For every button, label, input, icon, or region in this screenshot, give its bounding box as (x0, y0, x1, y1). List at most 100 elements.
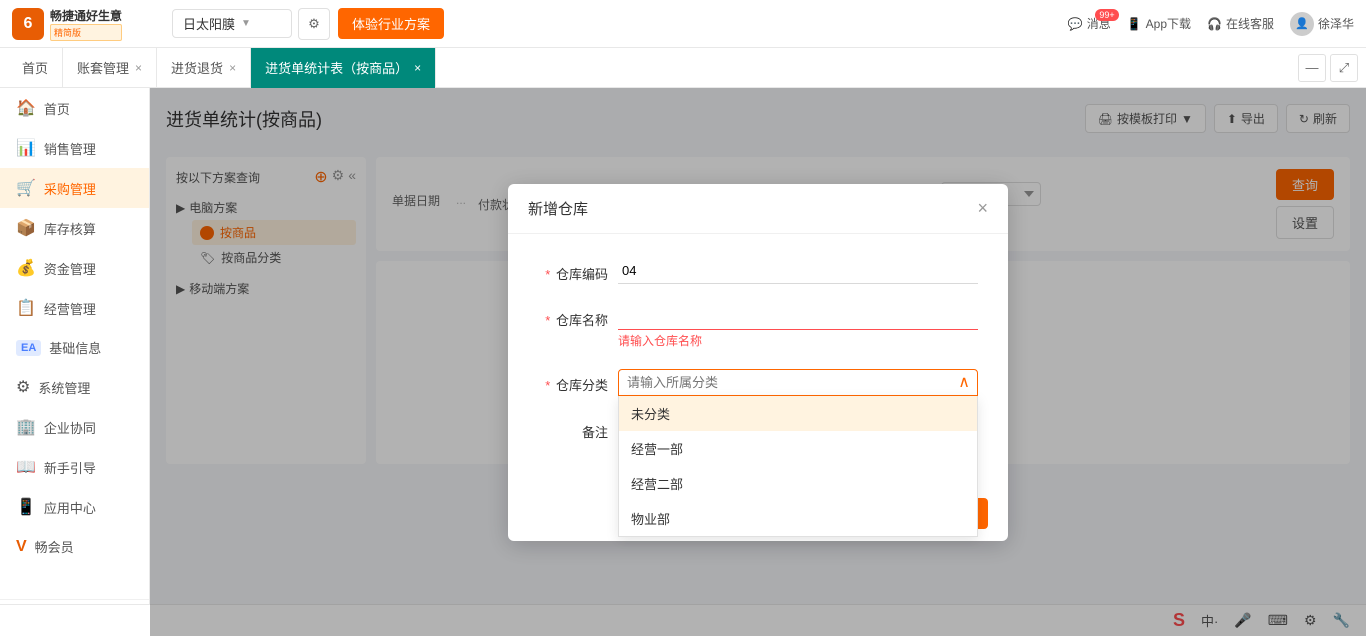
logo-badge: 精简版 (50, 24, 122, 41)
app-download-item[interactable]: 📱 App下载 (1127, 15, 1191, 32)
system-icon: ⚙ (16, 377, 30, 397)
category-dropdown-wrap: ∧ 未分类 经营一部 经营二部 物业部 (618, 369, 978, 396)
sidebar-label-finance: 资金管理 (44, 259, 96, 278)
category-form-row: * 仓库分类 ∧ 未分类 经营一部 经营二部 物业部 (538, 369, 978, 396)
message-badge: 99+ (1095, 9, 1118, 21)
tab-expand-btn[interactable]: ⤢ (1330, 54, 1358, 82)
sidebar-label-purchase: 采购管理 (44, 179, 96, 198)
sidebar-label-home: 首页 (44, 99, 70, 118)
purchase-stats-tab-label: 进货单统计表（按商品） (265, 58, 408, 77)
sidebar-item-system[interactable]: ⚙ 系统管理 (0, 367, 149, 407)
headset-icon: 🎧 (1207, 17, 1222, 31)
inventory-icon: 📦 (16, 218, 36, 238)
online-service-item[interactable]: 🎧 在线客服 (1207, 15, 1274, 32)
store-selector[interactable]: 日太阳膜 ▼ (172, 9, 292, 38)
add-warehouse-modal: 新增仓库 × * 仓库编码 (508, 184, 1008, 541)
sidebar-label-sales: 销售管理 (44, 139, 96, 158)
logo-text-block: 畅捷通好生意 精简版 (50, 7, 122, 41)
sidebar-label-enterprise: 企业协同 (44, 418, 96, 437)
category-dropdown-list: 未分类 经营一部 经营二部 物业部 (618, 396, 978, 537)
sidebar-label-manage: 经营管理 (44, 299, 96, 318)
sidebar-item-info[interactable]: EA 基础信息 (0, 328, 149, 367)
category-input[interactable] (618, 369, 978, 396)
store-name: 日太阳膜 (183, 14, 235, 33)
tab-home[interactable]: 首页 (8, 48, 63, 88)
sidebar-item-enterprise[interactable]: 🏢 企业协同 (0, 407, 149, 447)
category-label: * 仓库分类 (538, 369, 608, 394)
dropdown-option-0[interactable]: 未分类 (619, 396, 977, 431)
code-label: * 仓库编码 (538, 258, 608, 283)
sidebar-item-finance[interactable]: 💰 资金管理 (0, 248, 149, 288)
modal-overlay[interactable]: 新增仓库 × * 仓库编码 (150, 88, 1366, 636)
dropdown-arrow-icon: ∧ (958, 372, 970, 392)
modal-title: 新增仓库 (528, 198, 588, 219)
home-icon: 🏠 (16, 98, 36, 118)
purchase-icon: 🛒 (16, 178, 36, 198)
sidebar-label-app: 应用中心 (44, 498, 96, 517)
sidebar-item-home[interactable]: 🏠 首页 (0, 88, 149, 128)
tab-accounts[interactable]: 账套管理 × (63, 48, 157, 88)
name-error-msg: 请输入仓库名称 (618, 332, 978, 349)
store-dropdown-icon: ▼ (241, 18, 251, 29)
enterprise-icon: 🏢 (16, 417, 36, 437)
logo-icon: 6 (12, 8, 44, 40)
tab-bar: 首页 账套管理 × 进货退货 × 进货单统计表（按商品） × — ⤢ (0, 48, 1366, 88)
sidebar-label-system: 系统管理 (38, 378, 90, 397)
sidebar-item-member[interactable]: V 畅会员 (0, 527, 149, 566)
user-item[interactable]: 👤 徐泽华 (1290, 12, 1354, 36)
code-input[interactable] (618, 258, 978, 284)
sidebar-item-manage[interactable]: 📋 经营管理 (0, 288, 149, 328)
mobile-icon: 📱 (1127, 17, 1142, 31)
manage-icon: 📋 (16, 298, 36, 318)
name-input-wrap: 请输入仓库名称 (618, 304, 978, 349)
modal-close-icon[interactable]: × (977, 198, 988, 219)
modal-header: 新增仓库 × (508, 184, 1008, 234)
member-icon: V (16, 538, 27, 556)
name-input[interactable] (618, 304, 978, 330)
message-icon: 💬 (1068, 17, 1083, 31)
purchase-stats-tab-close[interactable]: × (414, 61, 421, 75)
home-tab-label: 首页 (22, 58, 48, 77)
returns-tab-close[interactable]: × (229, 61, 236, 75)
sidebar-item-guide[interactable]: 📖 新手引导 (0, 447, 149, 487)
sidebar-item-sales[interactable]: 📊 销售管理 (0, 128, 149, 168)
info-icon: EA (16, 340, 41, 356)
accounts-tab-close[interactable]: × (135, 61, 142, 75)
username-label: 徐泽华 (1318, 15, 1354, 32)
code-form-row: * 仓库编码 (538, 258, 978, 284)
sidebar-item-app[interactable]: 📱 应用中心 (0, 487, 149, 527)
dropdown-option-3[interactable]: 物业部 (619, 501, 977, 536)
accounts-tab-label: 账套管理 (77, 58, 129, 77)
avatar: 👤 (1290, 12, 1314, 36)
dropdown-option-2[interactable]: 经营二部 (619, 466, 977, 501)
logo-title: 畅捷通好生意 (50, 7, 122, 24)
message-item[interactable]: 💬 99+ 消息 (1068, 15, 1111, 32)
top-header: 6 畅捷通好生意 精简版 日太阳膜 ▼ ⚙ 体验行业方案 💬 99+ 消息 📱 … (0, 0, 1366, 48)
modal-body: * 仓库编码 * 仓库名称 (508, 234, 1008, 486)
sidebar-label-inventory: 库存核算 (44, 219, 96, 238)
content-area: 进货单统计(按商品) 🖨 按模板打印 ▼ ⬆ 导出 ↻ 刷新 (150, 88, 1366, 636)
sidebar-item-inventory[interactable]: 📦 库存核算 (0, 208, 149, 248)
sidebar-label-info: 基础信息 (49, 338, 101, 357)
main-layout: 🏠 首页 📊 销售管理 🛒 采购管理 📦 库存核算 💰 资金管理 📋 经营管理 … (0, 88, 1366, 636)
sidebar: 🏠 首页 📊 销售管理 🛒 采购管理 📦 库存核算 💰 资金管理 📋 经营管理 … (0, 88, 150, 636)
sidebar-item-purchase[interactable]: 🛒 采购管理 (0, 168, 149, 208)
guide-icon: 📖 (16, 457, 36, 477)
trial-button[interactable]: 体验行业方案 (338, 8, 444, 39)
logo-area: 6 畅捷通好生意 精简版 (12, 7, 162, 41)
code-input-wrap (618, 258, 978, 284)
tab-minimize-btn[interactable]: — (1298, 54, 1326, 82)
app-icon: 📱 (16, 497, 36, 517)
app-download-label: App下载 (1146, 15, 1191, 32)
dropdown-option-1[interactable]: 经营一部 (619, 431, 977, 466)
tab-returns[interactable]: 进货退货 × (157, 48, 251, 88)
sales-icon: 📊 (16, 138, 36, 158)
settings-icon[interactable]: ⚙ (298, 8, 330, 40)
tab-end-btns: — ⤢ (1298, 54, 1358, 82)
sidebar-label-member: 畅会员 (35, 537, 74, 556)
name-form-row: * 仓库名称 请输入仓库名称 (538, 304, 978, 349)
tab-purchase-stats[interactable]: 进货单统计表（按商品） × (251, 48, 436, 88)
note-label: 备注 (538, 416, 608, 441)
returns-tab-label: 进货退货 (171, 58, 223, 77)
sidebar-label-guide: 新手引导 (44, 458, 96, 477)
